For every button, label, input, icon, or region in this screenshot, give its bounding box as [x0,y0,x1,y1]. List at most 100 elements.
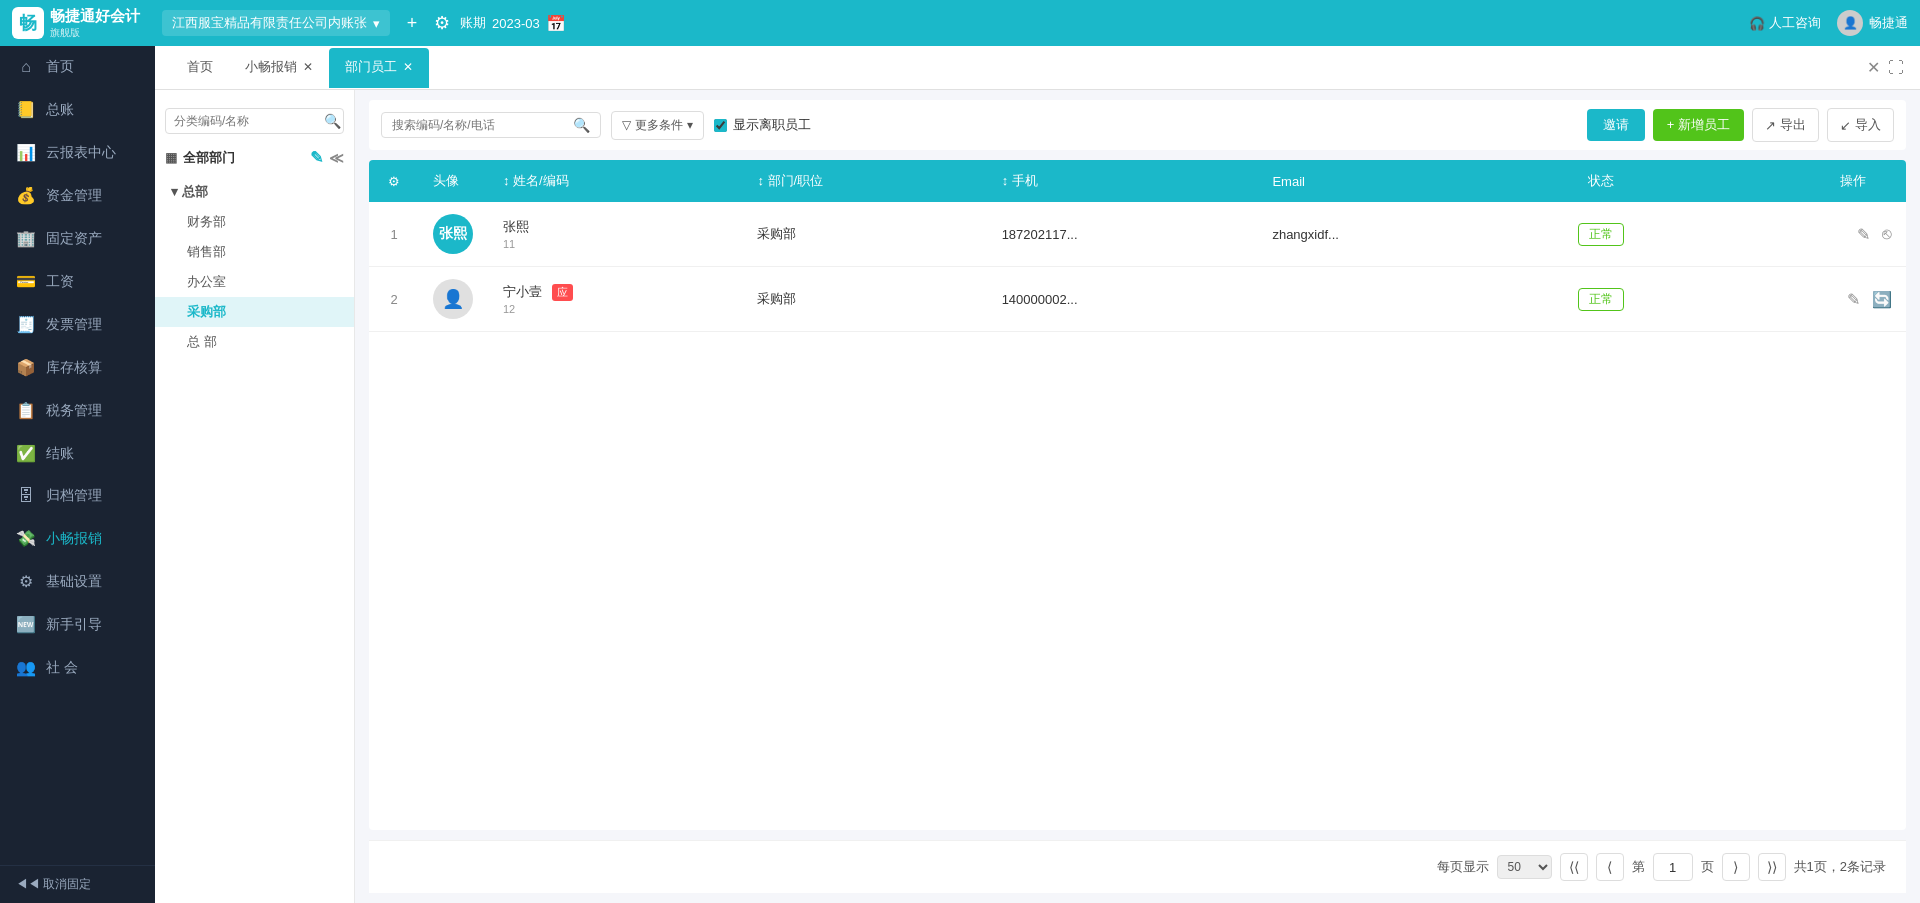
sidebar-item-label: 小畅报销 [46,530,102,548]
first-page-button[interactable]: ⟨⟨ [1560,853,1588,881]
tree-item-office[interactable]: 办公室 [155,267,354,297]
tab-close-expense[interactable]: ✕ [303,60,313,74]
all-dept-label: 全部部门 [183,149,235,167]
dept-search-icon[interactable]: 🔍 [324,113,341,129]
tab-home[interactable]: 首页 [171,48,229,88]
tree-item-headquarters[interactable]: ▾ 总部 [155,177,354,207]
dept-search-input[interactable] [174,114,324,128]
sidebar-item-label: 新手引导 [46,616,102,634]
tree-item-sales[interactable]: 销售部 [155,237,354,267]
sidebar-item-label: 社 会 [46,659,78,677]
sidebar-item-invoice[interactable]: 🧾 发票管理 [0,303,155,346]
calendar-icon[interactable]: 📅 [546,14,566,33]
company-name: 江西服宝精品有限责任公司内账张 [172,14,367,32]
period-value: 2023-03 [492,16,540,31]
sidebar-item-staff[interactable]: 👥 社 会 [0,646,155,689]
inventory-icon: 📦 [16,358,36,377]
dept-search-box[interactable]: 🔍 [165,108,344,134]
sidebar-item-label: 库存核算 [46,359,102,377]
sidebar-item-label: 工资 [46,273,74,291]
right-panel: 🔍 ▽ 更多条件 ▾ 显示离职员工 邀请 + 新增员工 [355,90,1920,903]
col-phone[interactable]: ↕ 手机 [988,160,1259,202]
show-resigned-label: 显示离职员工 [733,116,811,134]
col-avatar: 头像 [419,160,489,202]
tab-dept-staff[interactable]: 部门员工 ✕ [329,48,429,88]
phone-cell-1: 187202117... [988,202,1259,267]
settings-icon[interactable]: ⚙ [434,12,450,34]
assets-icon: 🏢 [16,229,36,248]
delete-emp-2-icon[interactable]: 🔄 [1872,290,1892,309]
col-dept-pos[interactable]: ↕ 部门/职位 [743,160,987,202]
expand-icon[interactable]: ⛶ [1888,59,1904,77]
invite-button[interactable]: 邀请 [1587,109,1645,141]
sidebar-item-label: 发票管理 [46,316,102,334]
add-emp-button[interactable]: + 新增员工 [1653,109,1744,141]
show-resigned-checkbox-area[interactable]: 显示离职员工 [714,116,811,134]
per-page-select[interactable]: 50 20 100 [1497,855,1552,879]
sidebar: ⌂ 首页 📒 总账 📊 云报表中心 💰 资金管理 🏢 固定资产 💳 工资 🧾 发… [0,46,155,903]
search-icon[interactable]: 🔍 [573,117,590,133]
status-cell-1: 正常 [1505,202,1698,267]
company-selector[interactable]: 江西服宝精品有限责任公司内账张 ▾ [162,10,390,36]
service-button[interactable]: 🎧 人工咨询 [1749,14,1821,32]
tree-item-purchasing[interactable]: 采购部 [155,297,354,327]
sidebar-item-settings[interactable]: ⚙ 基础设置 [0,560,155,603]
edit-icon[interactable]: ✎ [310,148,323,167]
sidebar-item-capital[interactable]: 💰 资金管理 [0,174,155,217]
period-label: 账期 [460,14,486,32]
sidebar-item-home[interactable]: ⌂ 首页 [0,46,155,88]
show-resigned-checkbox[interactable] [714,119,727,132]
more-filter-button[interactable]: ▽ 更多条件 ▾ [611,111,704,140]
expand-arrow: ▾ [171,184,182,199]
import-button[interactable]: ↙ 导入 [1827,108,1894,142]
col-actions: 操作 [1697,160,1906,202]
logout-emp-1-icon[interactable]: ⎋ [1882,225,1892,243]
per-page-label: 每页显示 [1437,858,1489,876]
tax-icon: 📋 [16,401,36,420]
edit-emp-2-icon[interactable]: ✎ [1847,290,1860,309]
sidebar-item-assets[interactable]: 🏢 固定资产 [0,217,155,260]
emp-search-input[interactable] [392,118,567,132]
emp-name-2: 宁小壹 应 [503,283,729,301]
sidebar-item-tax[interactable]: 📋 税务管理 [0,389,155,432]
avatar-1: 张熙 [433,214,473,254]
sidebar-item-inventory[interactable]: 📦 库存核算 [0,346,155,389]
sidebar-item-salary[interactable]: 💳 工资 [0,260,155,303]
dropdown-icon: ▾ [373,16,380,31]
sidebar-item-guide[interactable]: 🆕 新手引导 [0,603,155,646]
toolbar-right: 邀请 + 新增员工 ↗ 导出 ↙ 导入 [1587,108,1894,142]
email-cell-1: zhangxidf... [1258,202,1504,267]
sidebar-item-reports[interactable]: 📊 云报表中心 [0,131,155,174]
pagination: 每页显示 50 20 100 ⟨⟨ ⟨ 第 页 ⟩ ⟩⟩ 共1页，2条记录 [369,840,1906,893]
header-actions: 🎧 人工咨询 👤 畅捷通 [1749,10,1908,36]
toolbar: 🔍 ▽ 更多条件 ▾ 显示离职员工 邀请 + 新增员工 [369,100,1906,150]
col-settings[interactable]: ⚙ [369,160,419,202]
export-button[interactable]: ↗ 导出 [1752,108,1819,142]
prev-page-button[interactable]: ⟨ [1596,853,1624,881]
close-window-icon[interactable]: ✕ [1867,58,1880,77]
name-code-cell-1: 张熙 11 [489,202,743,267]
add-tab-button[interactable]: + [400,11,424,35]
page-number-input[interactable] [1653,853,1693,881]
logo-icon: 畅 [12,7,44,39]
sidebar-item-ledger[interactable]: 📒 总账 [0,88,155,131]
tree-item-finance[interactable]: 财务部 [155,207,354,237]
logo-sub: 旗舰版 [50,26,140,40]
sidebar-item-archive[interactable]: 🗄 归档管理 [0,475,155,517]
collapse-icon[interactable]: ≪ [329,150,344,166]
next-page-button[interactable]: ⟩ [1722,853,1750,881]
user-area[interactable]: 👤 畅捷通 [1837,10,1908,36]
last-page-button[interactable]: ⟩⟩ [1758,853,1786,881]
cancel-pin-button[interactable]: ◀◀ 取消固定 [0,865,155,903]
tab-expense[interactable]: 小畅报销 ✕ [229,48,329,88]
tab-close-dept[interactable]: ✕ [403,60,413,74]
status-badge-1: 正常 [1578,223,1624,246]
edit-emp-1-icon[interactable]: ✎ [1857,225,1870,244]
sidebar-item-expense[interactable]: 💸 小畅报销 [0,517,155,560]
emp-search-bar[interactable]: 🔍 [381,112,601,138]
col-name-code[interactable]: ↕ 姓名/编码 [489,160,743,202]
all-dept-header[interactable]: ▦ 全部部门 ✎ ≪ [155,142,354,173]
tree-item-hq-sub[interactable]: 总 部 [155,327,354,357]
logo-area: 畅 畅捷通好会计 旗舰版 [12,7,152,40]
sidebar-item-checkout[interactable]: ✅ 结账 [0,432,155,475]
